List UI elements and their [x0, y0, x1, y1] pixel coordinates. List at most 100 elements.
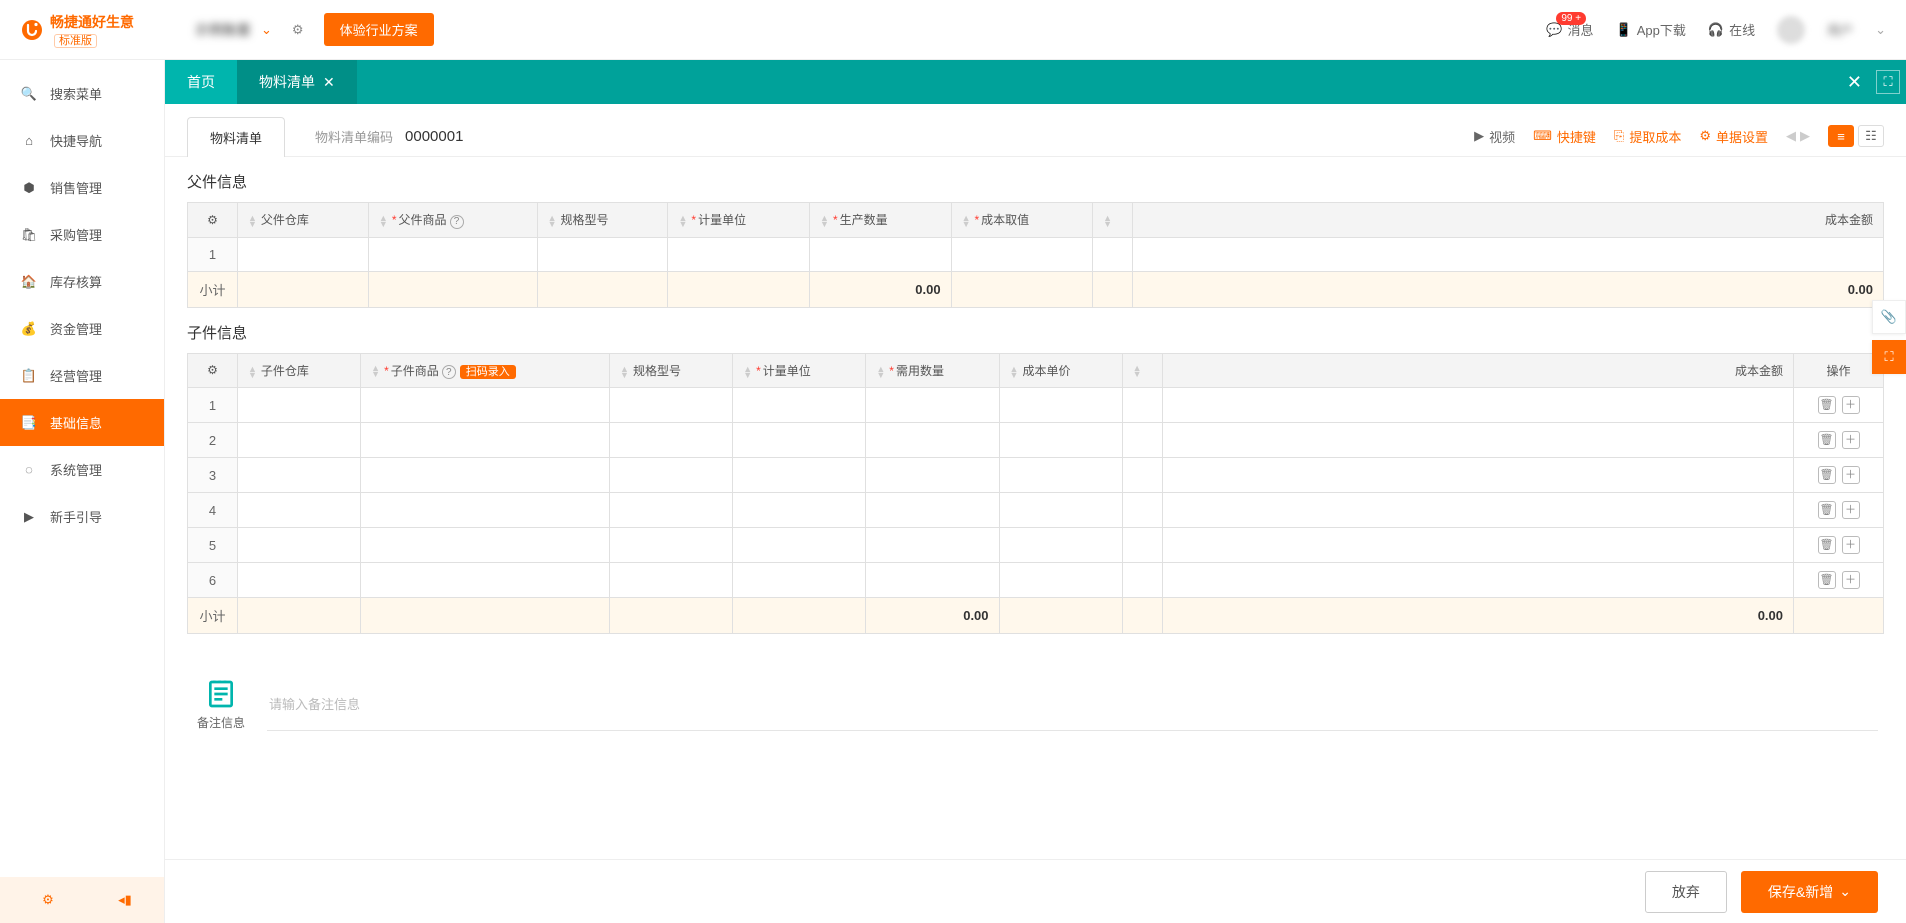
- child-col-product[interactable]: ▲▼*子件商品?扫码录入: [361, 353, 610, 388]
- sidebar-item-operation[interactable]: 📋经营管理: [0, 352, 164, 399]
- page-body: 父件信息 ⚙ ▲▼父件仓库 ▲▼*父件商品? ▲▼规格型号 ▲▼*计量单位 ▲▼…: [165, 157, 1906, 859]
- add-row-icon[interactable]: ＋: [1842, 571, 1860, 589]
- row-number: 4: [188, 493, 238, 528]
- sidebar-footer: ⚙ ◂▮: [0, 877, 164, 923]
- child-col-costamt[interactable]: 成本金额: [1162, 353, 1793, 388]
- parent-col-qty[interactable]: ▲▼*生产数量: [810, 203, 952, 238]
- child-row[interactable]: 3🗑＋: [188, 458, 1884, 493]
- sidebar-item-sales[interactable]: ⬢销售管理: [0, 164, 164, 211]
- view-card-icon[interactable]: ☷: [1858, 125, 1884, 147]
- child-col-qty[interactable]: ▲▼*需用数量: [866, 353, 999, 388]
- username[interactable]: 用户: [1827, 20, 1853, 39]
- child-col-config[interactable]: ⚙: [188, 353, 238, 388]
- online-support-link[interactable]: 🎧 在线: [1708, 20, 1755, 39]
- delete-row-icon[interactable]: 🗑: [1818, 466, 1836, 484]
- child-col-unit[interactable]: ▲▼*计量单位: [733, 353, 866, 388]
- child-row[interactable]: 1 🗑 ＋: [188, 388, 1884, 423]
- prev-record-icon[interactable]: ◀: [1786, 128, 1796, 144]
- tab-bom[interactable]: 物料清单 ✕: [237, 60, 357, 104]
- next-record-icon[interactable]: ▶: [1800, 128, 1810, 144]
- sidebar-item-purchase[interactable]: 🛍采购管理: [0, 211, 164, 258]
- parent-col-product[interactable]: ▲▼*父件商品?: [368, 203, 537, 238]
- add-row-icon[interactable]: ＋: [1842, 501, 1860, 519]
- sidebar-item-system[interactable]: ◌系统管理: [0, 446, 164, 493]
- child-table: ⚙ ▲▼子件仓库 ▲▼*子件商品?扫码录入 ▲▼规格型号 ▲▼*计量单位 ▲▼*…: [187, 353, 1884, 635]
- sidebar-item-quick-nav[interactable]: ⌂快捷导航: [0, 117, 164, 164]
- app-download-link[interactable]: 📱 App下载: [1616, 20, 1686, 39]
- sidebar-item-guide[interactable]: ▶新手引导: [0, 493, 164, 540]
- fullscreen-icon[interactable]: ⛶: [1876, 70, 1900, 94]
- child-row[interactable]: 6🗑＋: [188, 563, 1884, 598]
- delete-row-icon[interactable]: 🗑: [1818, 571, 1836, 589]
- close-all-tabs-icon[interactable]: ✕: [1837, 72, 1872, 93]
- add-row-icon[interactable]: ＋: [1842, 536, 1860, 554]
- help-icon[interactable]: ?: [442, 365, 456, 379]
- account-settings-icon[interactable]: ⚙: [292, 22, 304, 38]
- parent-row[interactable]: 1: [188, 237, 1884, 271]
- parent-col-warehouse[interactable]: ▲▼父件仓库: [238, 203, 369, 238]
- parent-col-spec[interactable]: ▲▼规格型号: [537, 203, 668, 238]
- remarks-label: 备注信息: [197, 714, 245, 731]
- child-col-blank[interactable]: ▲▼: [1122, 353, 1162, 388]
- subtab-bom-label: 物料清单: [210, 131, 262, 146]
- child-row[interactable]: 2🗑＋: [188, 423, 1884, 458]
- user-avatar[interactable]: [1777, 16, 1805, 44]
- play-icon: ▶: [1474, 128, 1484, 144]
- save-and-new-button[interactable]: 保存&新增 ⌄: [1741, 871, 1878, 913]
- sidebar-item-finance[interactable]: 💰资金管理: [0, 305, 164, 352]
- tab-home[interactable]: 首页: [165, 60, 237, 104]
- add-row-icon[interactable]: ＋: [1842, 466, 1860, 484]
- gear-icon: ⚙: [1699, 128, 1711, 144]
- top-header: 畅捷通好生意 标准版 示例账套 ⌄ ⚙ 体验行业方案 💬 消息 99 + 📱 A…: [0, 0, 1906, 60]
- remarks-input[interactable]: [267, 678, 1878, 731]
- delete-row-icon[interactable]: 🗑: [1818, 501, 1836, 519]
- row-actions: 🗑＋: [1794, 563, 1884, 598]
- row-number: 1: [188, 388, 238, 423]
- doc-settings-link[interactable]: ⚙单据设置: [1699, 127, 1768, 146]
- attachment-icon[interactable]: 📎: [1872, 300, 1906, 334]
- help-icon[interactable]: ?: [450, 215, 464, 229]
- sidebar-settings-icon[interactable]: ⚙: [42, 892, 54, 908]
- chevron-down-icon[interactable]: ⌄: [261, 22, 272, 38]
- expand-icon[interactable]: ⛶: [1872, 340, 1906, 374]
- child-col-spec[interactable]: ▲▼规格型号: [610, 353, 733, 388]
- tab-close-icon[interactable]: ✕: [323, 74, 335, 91]
- add-row-icon[interactable]: ＋: [1842, 431, 1860, 449]
- delete-row-icon[interactable]: 🗑: [1818, 431, 1836, 449]
- delete-row-icon[interactable]: 🗑: [1818, 536, 1836, 554]
- discard-button[interactable]: 放弃: [1645, 871, 1727, 913]
- parent-col-costmode[interactable]: ▲▼*成本取值: [951, 203, 1093, 238]
- add-row-icon[interactable]: ＋: [1842, 396, 1860, 414]
- quick-nav-icon: ⌂: [20, 132, 38, 150]
- logo[interactable]: 畅捷通好生意 标准版: [20, 12, 165, 48]
- sidebar-collapse-icon[interactable]: ◂▮: [118, 892, 132, 908]
- child-row[interactable]: 5🗑＋: [188, 528, 1884, 563]
- child-col-unitcost-label: 成本单价: [1022, 364, 1070, 378]
- sidebar-item-base-info[interactable]: 📑基础信息: [0, 399, 164, 446]
- child-col-unitcost[interactable]: ▲▼成本单价: [999, 353, 1122, 388]
- parent-col-config[interactable]: ⚙: [188, 203, 238, 238]
- parent-col-costamt-label: 成本金额: [1825, 213, 1873, 227]
- parent-col-unit-label: 计量单位: [698, 213, 746, 227]
- child-row[interactable]: 4🗑＋: [188, 493, 1884, 528]
- delete-row-icon[interactable]: 🗑: [1818, 396, 1836, 414]
- account-switcher[interactable]: 示例账套 ⌄ ⚙: [195, 20, 304, 40]
- parent-col-blank[interactable]: ▲▼: [1093, 203, 1133, 238]
- sidebar-item-inventory[interactable]: 🏠库存核算: [0, 258, 164, 305]
- parent-col-unit[interactable]: ▲▼*计量单位: [668, 203, 810, 238]
- video-link[interactable]: ▶视频: [1474, 127, 1515, 146]
- view-list-icon[interactable]: ≡: [1828, 125, 1854, 147]
- parent-col-costamt[interactable]: 成本金额: [1133, 203, 1884, 238]
- sidebar-item-search-menu[interactable]: 🔍搜索菜单: [0, 70, 164, 117]
- save-and-new-label: 保存&新增: [1768, 882, 1833, 902]
- row-actions: 🗑＋: [1794, 493, 1884, 528]
- chevron-down-icon[interactable]: ⌄: [1875, 22, 1886, 38]
- trial-button[interactable]: 体验行业方案: [324, 13, 434, 46]
- subtab-bom[interactable]: 物料清单: [187, 117, 285, 157]
- messages-link[interactable]: 💬 消息 99 +: [1546, 20, 1593, 39]
- parent-subtotal-amt: 0.00: [1133, 271, 1884, 307]
- shortcut-link[interactable]: ⌨快捷键: [1533, 127, 1596, 146]
- scan-input-badge[interactable]: 扫码录入: [460, 365, 516, 379]
- extract-cost-link[interactable]: ⎘提取成本: [1614, 127, 1681, 146]
- child-col-warehouse[interactable]: ▲▼子件仓库: [238, 353, 361, 388]
